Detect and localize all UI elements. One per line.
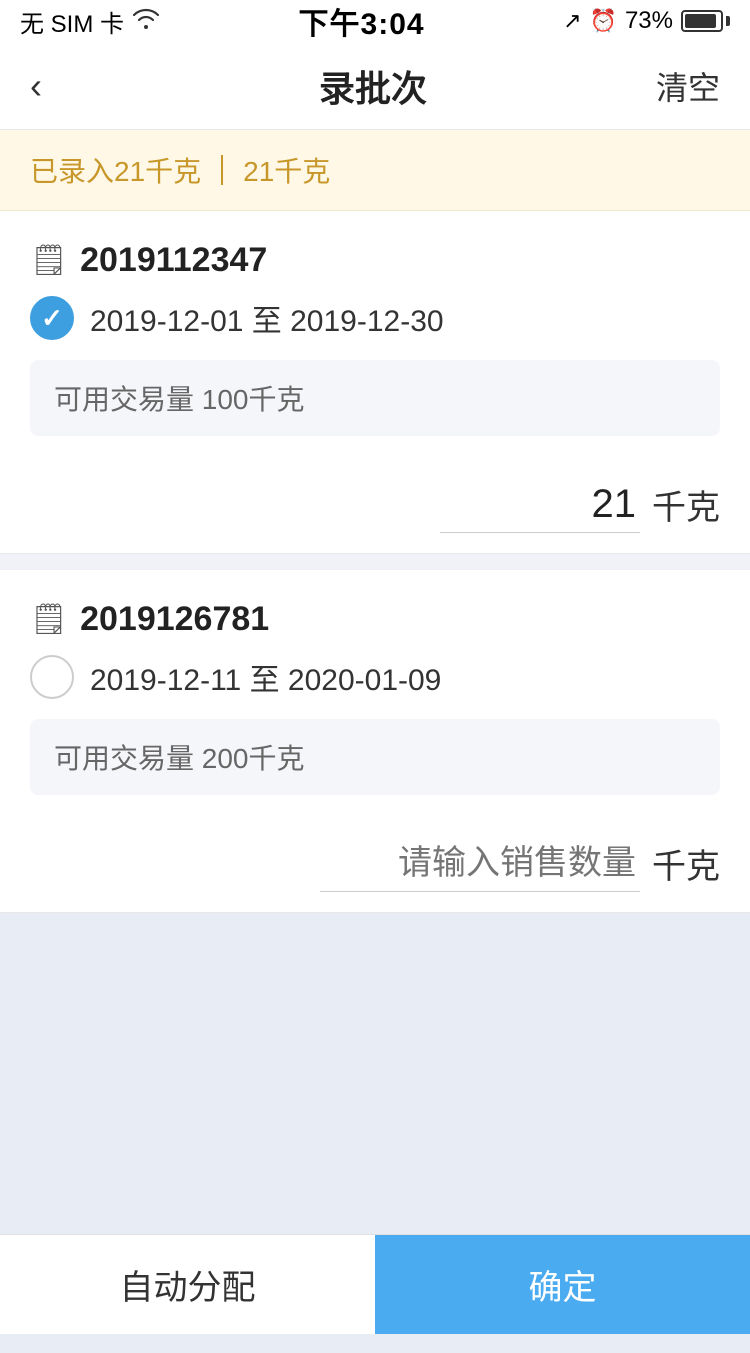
batch-card-1: 🗒 2019112347 ✓ 2019-12-01 至 2019-12-30 可… bbox=[0, 211, 750, 456]
battery-icon bbox=[681, 10, 730, 32]
batch-2-id: 2019126781 bbox=[80, 600, 269, 639]
alarm-icon: ⏰ bbox=[590, 8, 617, 34]
batch-2-header: 🗒 2019126781 bbox=[30, 600, 720, 639]
back-button[interactable]: ‹ bbox=[30, 65, 90, 107]
batch-1-header: 🗒 2019112347 bbox=[30, 241, 720, 280]
info-banner: 已录入21千克 21千克 bbox=[0, 130, 750, 211]
batch-2-date-row: 2019-12-11 至 2020-01-09 bbox=[30, 655, 720, 699]
input-underline bbox=[320, 891, 640, 892]
batch-card-2: 🗒 2019126781 2019-12-11 至 2020-01-09 可用交… bbox=[0, 570, 750, 815]
confirm-button[interactable]: 确定 bbox=[375, 1235, 750, 1334]
qty-underline bbox=[440, 532, 640, 533]
status-left: 无 SIM 卡 bbox=[20, 4, 160, 39]
location-icon: ↗ bbox=[563, 8, 581, 34]
check-icon: ✓ bbox=[41, 303, 63, 334]
batch-1-id: 2019112347 bbox=[80, 241, 267, 280]
status-right: ↗ ⏰ 73% bbox=[563, 7, 730, 35]
battery-pct: 73% bbox=[625, 7, 673, 35]
recorded-label: 已录入21千克 bbox=[30, 150, 201, 190]
auto-distribute-button[interactable]: 自动分配 bbox=[0, 1235, 375, 1334]
batch-1-avail: 可用交易量 100千克 bbox=[30, 360, 720, 436]
batch-1-icon: 🗒 bbox=[30, 243, 68, 278]
status-bar: 无 SIM 卡 下午3:04 ↗ ⏰ 73% bbox=[0, 0, 750, 42]
batch-2-input-row: 千克 bbox=[0, 815, 750, 913]
batch-1-date: 2019-12-01 至 2019-12-30 bbox=[90, 296, 444, 340]
recorded-value: 21千克 bbox=[243, 150, 330, 190]
page-title: 录批次 bbox=[319, 60, 427, 112]
batch-2-unit: 千克 bbox=[652, 839, 720, 888]
bottom-bar: 自动分配 确定 bbox=[0, 1234, 750, 1334]
batch-1-date-row: ✓ 2019-12-01 至 2019-12-30 bbox=[30, 296, 720, 340]
no-sim-label: 无 SIM 卡 bbox=[20, 4, 124, 39]
banner-divider bbox=[221, 155, 223, 185]
batch-2-icon: 🗒 bbox=[30, 602, 68, 637]
clear-button[interactable]: 清空 bbox=[656, 63, 720, 109]
time-display: 下午3:04 bbox=[299, 0, 425, 43]
batch-2-qty-input[interactable] bbox=[336, 844, 636, 883]
batch-2-date: 2019-12-11 至 2020-01-09 bbox=[90, 655, 441, 699]
batch-1-qty-row: 21 千克 bbox=[0, 456, 750, 554]
section-divider bbox=[0, 554, 750, 570]
wifi-icon bbox=[132, 7, 160, 36]
batch-1-qty-unit: 千克 bbox=[652, 480, 720, 529]
batch-1-qty-value: 21 bbox=[592, 482, 637, 527]
batch-2-avail: 可用交易量 200千克 bbox=[30, 719, 720, 795]
nav-bar: ‹ 录批次 清空 bbox=[0, 42, 750, 130]
batch-2-radio[interactable] bbox=[30, 655, 74, 699]
batch-1-radio[interactable]: ✓ bbox=[30, 296, 74, 340]
